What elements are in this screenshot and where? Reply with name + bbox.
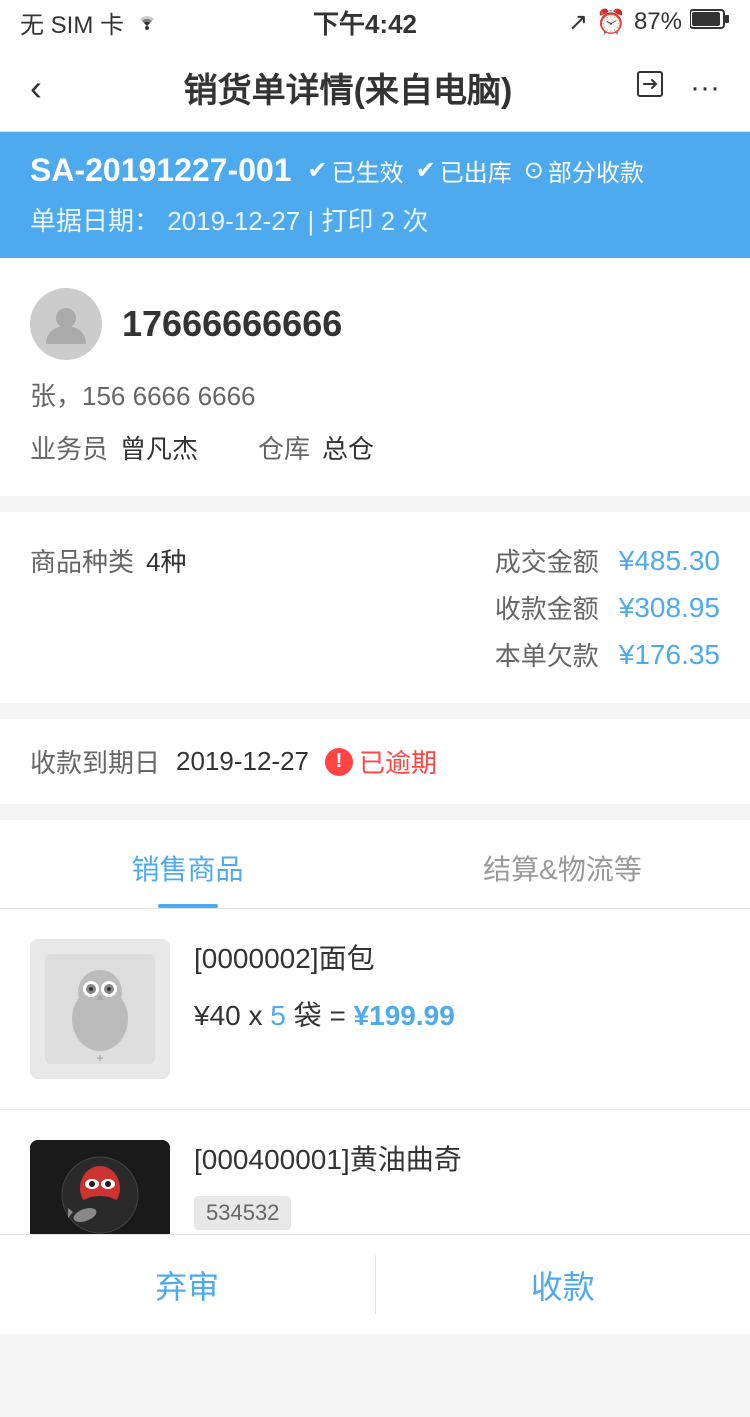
product-name-bread: [0000002]面包 — [194, 939, 720, 978]
battery-text: 87% — [634, 8, 682, 36]
check-icon-shipped: ✔ — [416, 156, 436, 185]
staff-info: 业务员 曾凡杰 — [30, 429, 198, 466]
tab-settlement[interactable]: 结算&物流等 — [375, 820, 750, 908]
staff-name: 曾凡杰 — [120, 429, 198, 466]
customer-name: 张，156 6666 6666 — [30, 376, 720, 413]
nav-actions: ··· — [634, 68, 720, 108]
customer-meta: 业务员 曾凡杰 仓库 总仓 — [30, 429, 720, 466]
customer-section: 17666666666 张，156 6666 6666 业务员 曾凡杰 仓库 总… — [0, 258, 750, 496]
overdue-badge: ! 已逾期 — [325, 743, 437, 780]
check-icon-active: ✔ — [308, 156, 328, 185]
bottom-bar: 弃审 收款 — [0, 1234, 750, 1334]
stats-left: 商品种类 4种 — [30, 542, 186, 583]
status-left: 无 SIM 卡 — [20, 5, 162, 40]
product-price-bread: ¥40 x 5 袋 = ¥199.99 — [194, 994, 720, 1034]
stats-section: 商品种类 4种 成交金额 ¥485.30 收款金额 ¥308.95 本单欠款 ¥… — [0, 512, 750, 703]
cancel-review-button[interactable]: 弃审 — [0, 1235, 375, 1334]
sim-status: 无 SIM 卡 — [20, 5, 124, 40]
clock-icon: ⊙ — [524, 156, 544, 185]
alarm-icon: ⏰ — [596, 8, 626, 37]
order-id: SA-20191227-001 — [30, 152, 292, 189]
status-partial: ⊙ 部分收款 — [524, 153, 644, 188]
debt-line: 本单欠款 ¥176.35 — [495, 636, 720, 673]
location-icon: ↗ — [568, 8, 588, 37]
tabs-section: 销售商品 结算&物流等 — [0, 820, 750, 909]
wifi-icon — [132, 8, 162, 37]
customer-phone: 17666666666 — [122, 303, 342, 345]
product-name-cookie: [000400001]黄油曲奇 — [194, 1140, 720, 1179]
banner-date: 单据日期： 2019-12-27 | 打印 2 次 — [30, 201, 720, 238]
collect-payment-button[interactable]: 收款 — [376, 1235, 750, 1334]
customer-avatar — [30, 288, 102, 360]
battery-icon — [690, 8, 730, 37]
product-tag-cookie: 534532 — [194, 1196, 291, 1230]
status-right: ↗ ⏰ 87% — [568, 8, 730, 37]
status-time: 下午4:42 — [313, 4, 417, 41]
more-button[interactable]: ··· — [690, 71, 720, 105]
product-item: + [0000002]面包 ¥40 x 5 袋 = ¥199.99 — [0, 909, 750, 1110]
status-tags: ✔ 已生效 ✔ 已出库 ⊙ 部分收款 — [308, 153, 644, 188]
total-bread: ¥199.99 — [354, 1000, 455, 1031]
tab-sales-products[interactable]: 销售商品 — [0, 820, 375, 908]
status-active: ✔ 已生效 — [308, 153, 404, 188]
back-button[interactable]: ‹ — [30, 67, 42, 109]
price-bread: ¥40 — [194, 1000, 241, 1031]
order-banner: SA-20191227-001 ✔ 已生效 ✔ 已出库 ⊙ 部分收款 单据日期：… — [0, 132, 750, 258]
stats-right: 成交金额 ¥485.30 收款金额 ¥308.95 本单欠款 ¥176.35 — [495, 542, 720, 673]
svg-text:+: + — [96, 1051, 103, 1064]
share-button[interactable] — [634, 68, 666, 108]
warehouse-name: 总仓 — [322, 429, 374, 466]
due-section: 收款到期日 2019-12-27 ! 已逾期 — [0, 719, 750, 804]
warehouse-info: 仓库 总仓 — [258, 429, 374, 466]
nav-title: 销货单详情(来自电脑) — [62, 63, 634, 112]
overdue-icon: ! — [325, 748, 353, 776]
received-line: 收款金额 ¥308.95 — [495, 589, 720, 626]
qty-bread: 5 — [270, 1000, 286, 1031]
status-bar: 无 SIM 卡 下午4:42 ↗ ⏰ 87% — [0, 0, 750, 44]
amount-line: 成交金额 ¥485.30 — [495, 542, 720, 579]
product-image-bread: + — [30, 939, 170, 1079]
nav-bar: ‹ 销货单详情(来自电脑) ··· — [0, 44, 750, 132]
status-shipped: ✔ 已出库 — [416, 153, 512, 188]
product-info-bread: [0000002]面包 ¥40 x 5 袋 = ¥199.99 — [194, 939, 720, 1034]
